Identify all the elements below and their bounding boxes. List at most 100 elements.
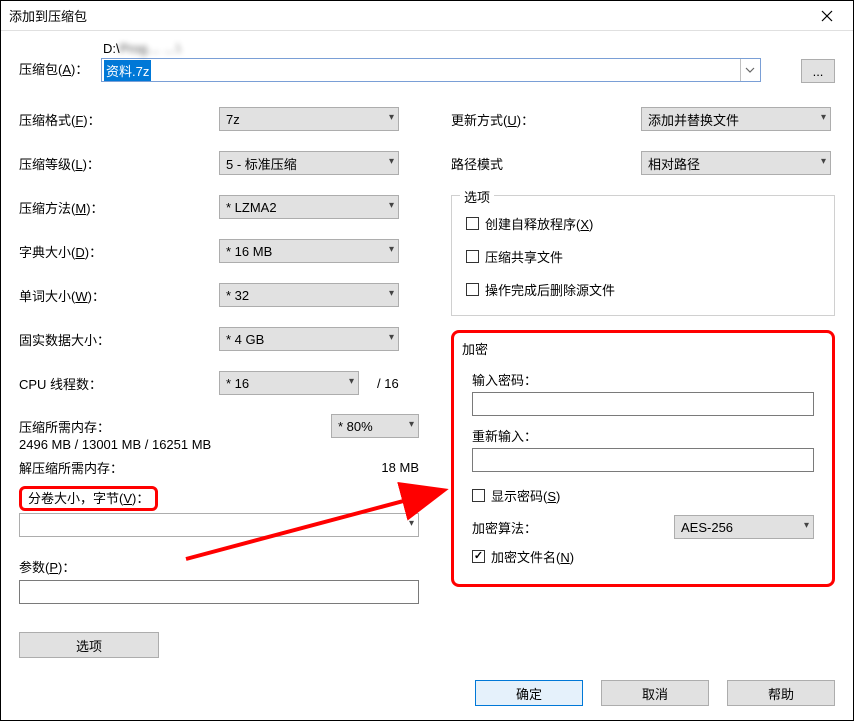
show-password-checkbox[interactable] — [472, 489, 485, 502]
dict-combobox[interactable]: * 16 MB ▾ — [219, 239, 399, 263]
browse-button[interactable]: ... — [801, 59, 835, 83]
mem-decompress-value: 18 MB — [381, 460, 419, 475]
format-value: 7z — [226, 112, 240, 127]
encryption-fieldset: 输入密码： 重新输入： 显示密码(S) 加密算法： — [462, 366, 824, 570]
delete-label: 操作完成后删除源文件 — [485, 280, 615, 299]
chevron-down-icon: ▾ — [409, 419, 414, 430]
columns: 压缩格式(F)： 7z ▾ 压缩等级(L)： 5 - 标准压缩 ▾ 压缩方法(M… — [19, 107, 835, 658]
chevron-down-icon: ▾ — [389, 200, 394, 211]
chevron-down-icon: ▾ — [389, 244, 394, 255]
encryption-highlight: 加密 输入密码： 重新输入： 显示密码(S) — [451, 330, 835, 587]
right-column: 更新方式(U)： 添加并替换文件 ▾ 路径模式 相对路径 ▾ 选项 — [451, 107, 835, 658]
dict-value: * 16 MB — [226, 244, 272, 259]
path-mode-value: 相对路径 — [648, 154, 700, 173]
archive-name-selected: 资料.7z — [104, 60, 151, 81]
update-value: 添加并替换文件 — [648, 110, 739, 129]
volume-combobox[interactable]: ▾ — [19, 513, 419, 537]
window-title: 添加到压缩包 — [9, 6, 87, 25]
archive-path-block: D:\Prog… …\ 资料.7z — [101, 41, 791, 82]
show-password-label: 显示密码(S) — [491, 486, 560, 505]
close-button[interactable] — [809, 5, 845, 27]
left-column: 压缩格式(F)： 7z ▾ 压缩等级(L)： 5 - 标准压缩 ▾ 压缩方法(M… — [19, 107, 419, 658]
options-button-label: 选项 — [76, 636, 102, 655]
delete-checkbox[interactable] — [466, 283, 479, 296]
archive-path-display: D:\Prog… …\ — [101, 41, 791, 56]
mem-decompress-label: 解压缩所需内存： — [19, 458, 123, 477]
level-label: 压缩等级(L)： — [19, 154, 219, 173]
encrypt-names-checkbox[interactable] — [472, 550, 485, 563]
method-label: 压缩方法(M)： — [19, 198, 219, 217]
param-input[interactable] — [19, 580, 419, 604]
ok-button-label: 确定 — [516, 684, 542, 703]
cpu-label: CPU 线程数： — [19, 374, 219, 393]
dialog-buttons: 确定 取消 帮助 — [475, 680, 835, 706]
archive-path-prefix: D:\ — [103, 41, 120, 56]
algo-combobox[interactable]: AES-256 ▾ — [674, 515, 814, 539]
options-fieldset: 选项 创建自释放程序(X) 压缩共享文件 操作完成后删除源文件 — [451, 195, 835, 316]
mem-pct-combobox[interactable]: * 80% ▾ — [331, 414, 419, 438]
titlebar: 添加到压缩包 — [1, 1, 853, 31]
mem-compress-value: 2496 MB / 13001 MB / 16251 MB — [19, 437, 419, 452]
cancel-button-label: 取消 — [642, 684, 668, 703]
method-combobox[interactable]: * LZMA2 ▾ — [219, 195, 399, 219]
chevron-down-icon: ▾ — [821, 112, 826, 123]
dialog-body: 压缩包(A)： D:\Prog… …\ 资料.7z ... 压缩格式(F)： — [1, 31, 853, 720]
chevron-down-icon: ▾ — [389, 112, 394, 123]
mem-compress-label: 压缩所需内存： — [19, 417, 110, 436]
shared-checkbox[interactable] — [466, 250, 479, 263]
dict-label: 字典大小(D)： — [19, 242, 219, 261]
algo-value: AES-256 — [681, 520, 733, 535]
solid-label: 固实数据大小： — [19, 330, 219, 349]
algo-label: 加密算法： — [472, 518, 537, 537]
password-label: 输入密码： — [472, 370, 814, 389]
cpu-value: * 16 — [226, 376, 249, 391]
cancel-button[interactable]: 取消 — [601, 680, 709, 706]
chevron-down-icon: ▾ — [389, 332, 394, 343]
chevron-down-icon: ▾ — [821, 156, 826, 167]
cpu-combobox[interactable]: * 16 ▾ — [219, 371, 359, 395]
browse-button-label: ... — [813, 64, 824, 79]
close-icon — [821, 10, 833, 22]
memory-block: 压缩所需内存： * 80% ▾ 2496 MB / 13001 MB / 162… — [19, 415, 419, 478]
chevron-down-icon: ▾ — [409, 518, 414, 529]
update-label: 更新方式(U)： — [451, 110, 641, 129]
help-button[interactable]: 帮助 — [727, 680, 835, 706]
param-block: 参数(P)： — [19, 557, 419, 604]
chevron-down-icon: ▾ — [804, 520, 809, 531]
help-button-label: 帮助 — [768, 684, 794, 703]
ok-button[interactable]: 确定 — [475, 680, 583, 706]
word-combobox[interactable]: * 32 ▾ — [219, 283, 399, 307]
options-button[interactable]: 选项 — [19, 632, 159, 658]
encryption-legend: 加密 — [462, 339, 824, 358]
archive-label: 压缩包(A)： — [19, 41, 91, 78]
archive-name-combobox[interactable]: 资料.7z — [101, 58, 761, 82]
volume-label-wrap: 分卷大小，字节(V)： — [19, 488, 158, 507]
format-combobox[interactable]: 7z ▾ — [219, 107, 399, 131]
path-mode-label: 路径模式 — [451, 154, 641, 173]
solid-value: * 4 GB — [226, 332, 264, 347]
method-value: * LZMA2 — [226, 200, 277, 215]
sfx-checkbox[interactable] — [466, 217, 479, 230]
sfx-label: 创建自释放程序(X) — [485, 214, 593, 233]
path-mode-combobox[interactable]: 相对路径 ▾ — [641, 151, 831, 175]
password-input[interactable] — [472, 392, 814, 416]
cpu-denominator: / 16 — [377, 376, 399, 391]
archive-row: 压缩包(A)： D:\Prog… …\ 资料.7z ... — [19, 41, 835, 83]
chevron-down-icon: ▾ — [389, 288, 394, 299]
repassword-label: 重新输入： — [472, 426, 814, 445]
dialog-window: 添加到压缩包 压缩包(A)： D:\Prog… …\ 资料.7z ... — [0, 0, 854, 721]
level-value: 5 - 标准压缩 — [226, 154, 297, 173]
archive-path-blur: Prog… …\ — [120, 41, 181, 56]
options-legend: 选项 — [460, 187, 494, 206]
repassword-input[interactable] — [472, 448, 814, 472]
mem-pct-value: * 80% — [338, 419, 373, 434]
shared-label: 压缩共享文件 — [485, 247, 563, 266]
volume-label-highlight: 分卷大小，字节(V)： — [19, 486, 158, 511]
update-combobox[interactable]: 添加并替换文件 ▾ — [641, 107, 831, 131]
format-label: 压缩格式(F)： — [19, 110, 219, 129]
encrypt-names-label: 加密文件名(N) — [491, 547, 574, 566]
chevron-down-icon: ▾ — [389, 156, 394, 167]
solid-combobox[interactable]: * 4 GB ▾ — [219, 327, 399, 351]
chevron-down-icon: ▾ — [349, 376, 354, 387]
level-combobox[interactable]: 5 - 标准压缩 ▾ — [219, 151, 399, 175]
